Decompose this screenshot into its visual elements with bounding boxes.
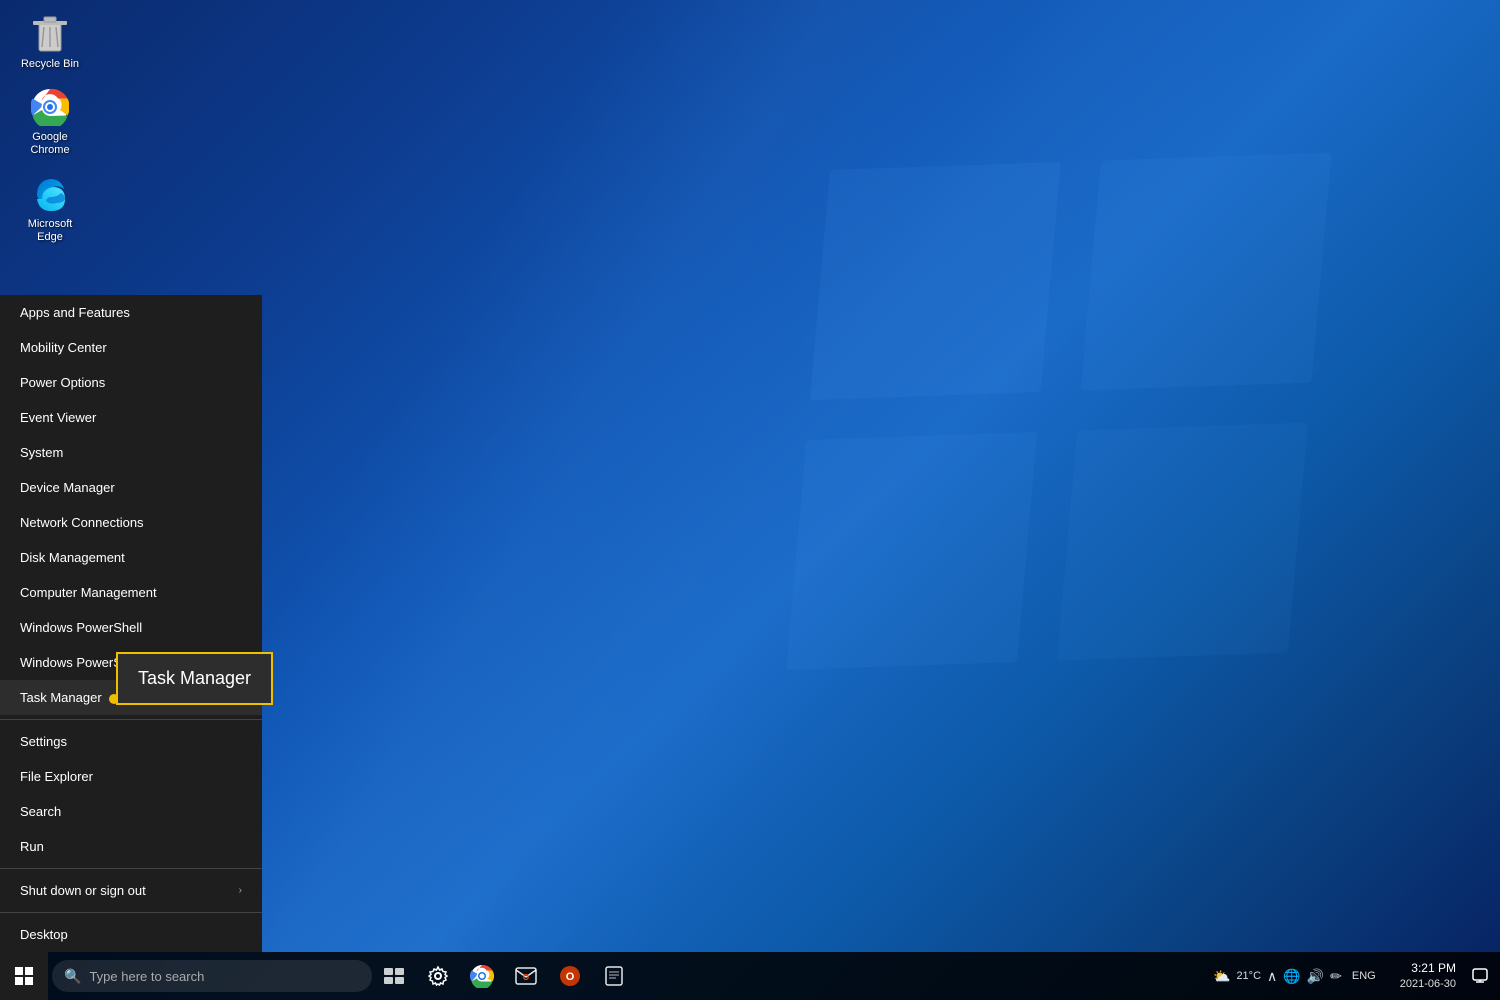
desktop-icon-recycle-bin[interactable]: Recycle Bin bbox=[10, 10, 90, 75]
menu-item-event-viewer[interactable]: Event Viewer bbox=[0, 400, 262, 435]
notification-center-button[interactable] bbox=[1468, 952, 1492, 1000]
svg-text:O: O bbox=[523, 973, 529, 982]
taskbar-systray: ⛅ 21°C ∧ 🌐 🔊 ✏ ENG 3:21 PM 2021-06-30 bbox=[1205, 952, 1500, 1000]
menu-item-settings[interactable]: Settings bbox=[0, 724, 262, 759]
settings-gear-icon bbox=[428, 966, 448, 986]
start-button[interactable] bbox=[0, 952, 48, 1000]
menu-item-shut-down[interactable]: Shut down or sign out › bbox=[0, 873, 262, 908]
menu-item-windows-powershell[interactable]: Windows PowerShell bbox=[0, 610, 262, 645]
search-placeholder: Type here to search bbox=[89, 969, 204, 984]
network-icon[interactable]: 🌐 bbox=[1283, 968, 1300, 985]
taskbar-date: 2021-06-30 bbox=[1400, 977, 1456, 992]
taskbar-chrome[interactable] bbox=[460, 952, 504, 1000]
menu-item-network-connections[interactable]: Network Connections bbox=[0, 505, 262, 540]
menu-separator-3 bbox=[0, 912, 262, 913]
menu-item-mobility-center[interactable]: Mobility Center bbox=[0, 330, 262, 365]
volume-icon[interactable]: 🔊 bbox=[1307, 968, 1324, 985]
pen-icon[interactable]: ✏ bbox=[1330, 968, 1342, 985]
mail-icon: O bbox=[515, 967, 537, 985]
taskbar-notepad[interactable] bbox=[592, 952, 636, 1000]
menu-separator-1 bbox=[0, 719, 262, 720]
edge-label: Microsoft Edge bbox=[14, 218, 86, 244]
menu-item-system[interactable]: System bbox=[0, 435, 262, 470]
task-manager-tooltip: Task Manager bbox=[116, 652, 273, 705]
taskbar-time: 3:21 PM bbox=[1411, 960, 1456, 977]
chrome-label: Google Chrome bbox=[14, 131, 86, 157]
desktop-icons-container: Recycle Bin Google Chrome bbox=[10, 10, 90, 248]
menu-item-device-manager[interactable]: Device Manager bbox=[0, 470, 262, 505]
menu-item-power-options[interactable]: Power Options bbox=[0, 365, 262, 400]
menu-item-desktop[interactable]: Desktop bbox=[0, 917, 262, 952]
menu-item-file-explorer[interactable]: File Explorer bbox=[0, 759, 262, 794]
start-icon bbox=[15, 967, 33, 985]
office-icon: O bbox=[559, 965, 581, 987]
taskbar-clock[interactable]: 3:21 PM 2021-06-30 bbox=[1392, 952, 1464, 1000]
shut-down-arrow: › bbox=[239, 885, 242, 896]
taskbar-settings[interactable] bbox=[416, 952, 460, 1000]
taskbar-search-bar[interactable]: 🔍 Type here to search bbox=[52, 960, 372, 992]
menu-item-apps-features[interactable]: Apps and Features bbox=[0, 295, 262, 330]
recycle-bin-icon bbox=[30, 14, 70, 54]
taskbar-office[interactable]: O bbox=[548, 952, 592, 1000]
taskbar-task-view[interactable] bbox=[372, 952, 416, 1000]
desktop-icon-chrome[interactable]: Google Chrome bbox=[10, 83, 90, 161]
notepad-icon bbox=[604, 965, 624, 987]
menu-separator-2 bbox=[0, 868, 262, 869]
context-menu: Apps and Features Mobility Center Power … bbox=[0, 295, 262, 952]
edge-icon bbox=[30, 174, 70, 214]
systray-icons: ⛅ 21°C ∧ 🌐 🔊 ✏ ENG bbox=[1205, 952, 1388, 1000]
menu-item-disk-management[interactable]: Disk Management bbox=[0, 540, 262, 575]
menu-item-computer-management[interactable]: Computer Management bbox=[0, 575, 262, 610]
taskbar-mail[interactable]: O bbox=[504, 952, 548, 1000]
desktop-icon-edge[interactable]: Microsoft Edge bbox=[10, 170, 90, 248]
weather-temp: 21°C bbox=[1236, 970, 1261, 982]
weather-icon[interactable]: ⛅ bbox=[1213, 968, 1230, 985]
menu-item-search[interactable]: Search bbox=[0, 794, 262, 829]
windows-logo-decoration bbox=[780, 120, 1380, 720]
chrome-icon bbox=[30, 87, 70, 127]
menu-item-run[interactable]: Run bbox=[0, 829, 262, 864]
chrome-taskbar-icon bbox=[470, 964, 494, 988]
svg-text:O: O bbox=[566, 971, 575, 983]
search-icon: 🔍 bbox=[64, 968, 81, 985]
task-view-icon bbox=[384, 968, 404, 984]
desktop: Recycle Bin Google Chrome bbox=[0, 0, 1500, 1000]
notification-icon bbox=[1472, 968, 1488, 984]
systray-expand-icon[interactable]: ∧ bbox=[1267, 968, 1277, 985]
recycle-bin-label: Recycle Bin bbox=[21, 58, 79, 71]
taskbar: 🔍 Type here to search bbox=[0, 952, 1500, 1000]
language-indicator[interactable]: ENG bbox=[1348, 970, 1380, 982]
tooltip-arrow-line bbox=[110, 720, 112, 760]
